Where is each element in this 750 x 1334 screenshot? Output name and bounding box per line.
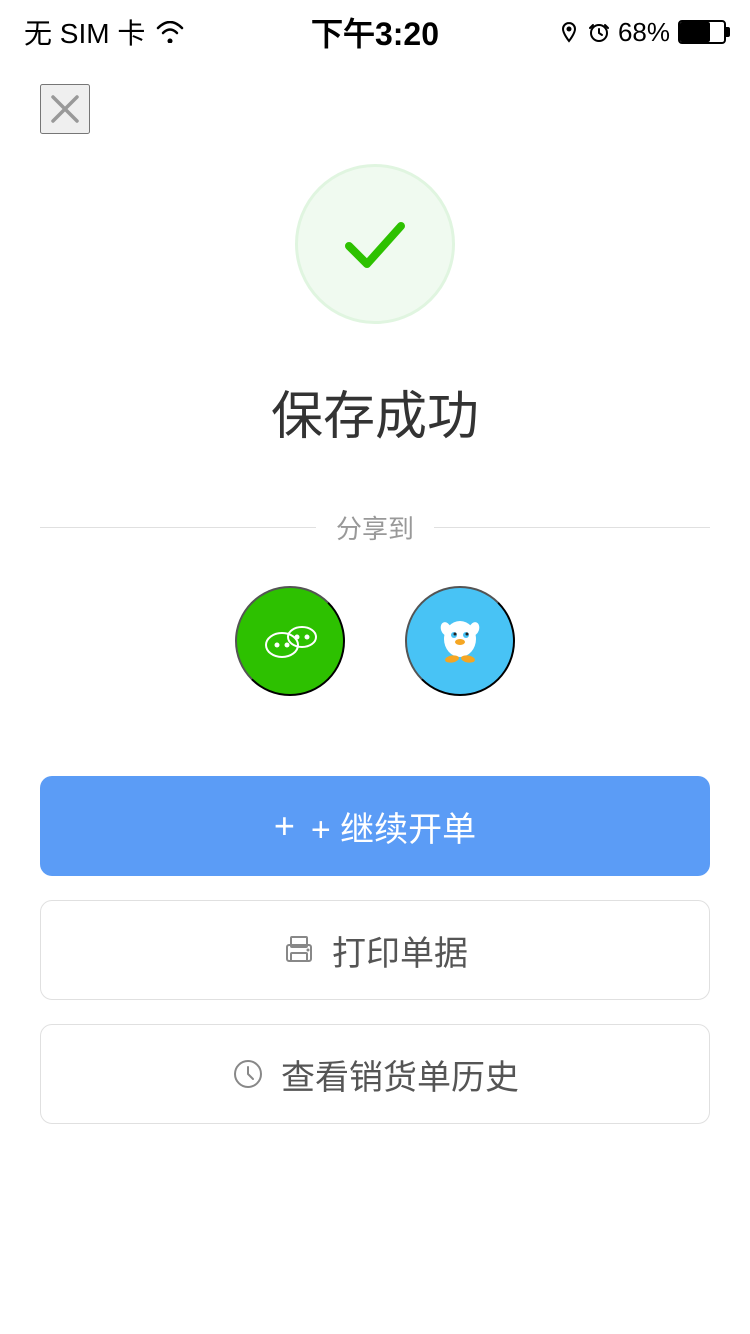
main-content: 保存成功 分享到 [0, 64, 750, 1164]
print-button[interactable]: 打印单据 [40, 900, 710, 1000]
checkmark-icon [335, 204, 415, 284]
qq-icon [428, 609, 492, 673]
divider-right [434, 527, 710, 528]
share-label: 分享到 [336, 509, 414, 546]
battery-icon [678, 20, 726, 44]
history-label: 查看销货单历史 [281, 1050, 519, 1099]
share-wechat-button[interactable] [235, 586, 345, 696]
status-time: 下午3:20 [311, 9, 439, 55]
share-divider: 分享到 [40, 509, 710, 546]
carrier-text: 无 SIM 卡 [24, 12, 145, 52]
action-buttons: + + 继续开单 打印单据 查看销货单历史 [40, 776, 710, 1124]
continue-button[interactable]: + + 继续开单 [40, 776, 710, 876]
print-icon [282, 933, 316, 967]
status-bar: 无 SIM 卡 下午3:20 68% [0, 0, 750, 64]
close-button[interactable] [40, 84, 90, 134]
status-carrier: 无 SIM 卡 [24, 12, 185, 52]
share-icons [235, 586, 515, 696]
continue-icon: + [274, 805, 295, 847]
alarm-icon [588, 21, 610, 43]
history-icon [231, 1057, 265, 1091]
divider-left [40, 527, 316, 528]
location-icon [558, 21, 580, 43]
status-right: 68% [558, 17, 726, 48]
success-icon-wrapper [295, 164, 455, 324]
history-button[interactable]: 查看销货单历史 [40, 1024, 710, 1124]
wechat-icon [258, 609, 322, 673]
success-title: 保存成功 [271, 374, 479, 449]
close-icon [47, 91, 83, 127]
wifi-icon [155, 21, 185, 43]
continue-label: + 继续开单 [311, 802, 476, 851]
battery-percent: 68% [618, 17, 670, 48]
share-qq-button[interactable] [405, 586, 515, 696]
print-label: 打印单据 [332, 926, 468, 975]
